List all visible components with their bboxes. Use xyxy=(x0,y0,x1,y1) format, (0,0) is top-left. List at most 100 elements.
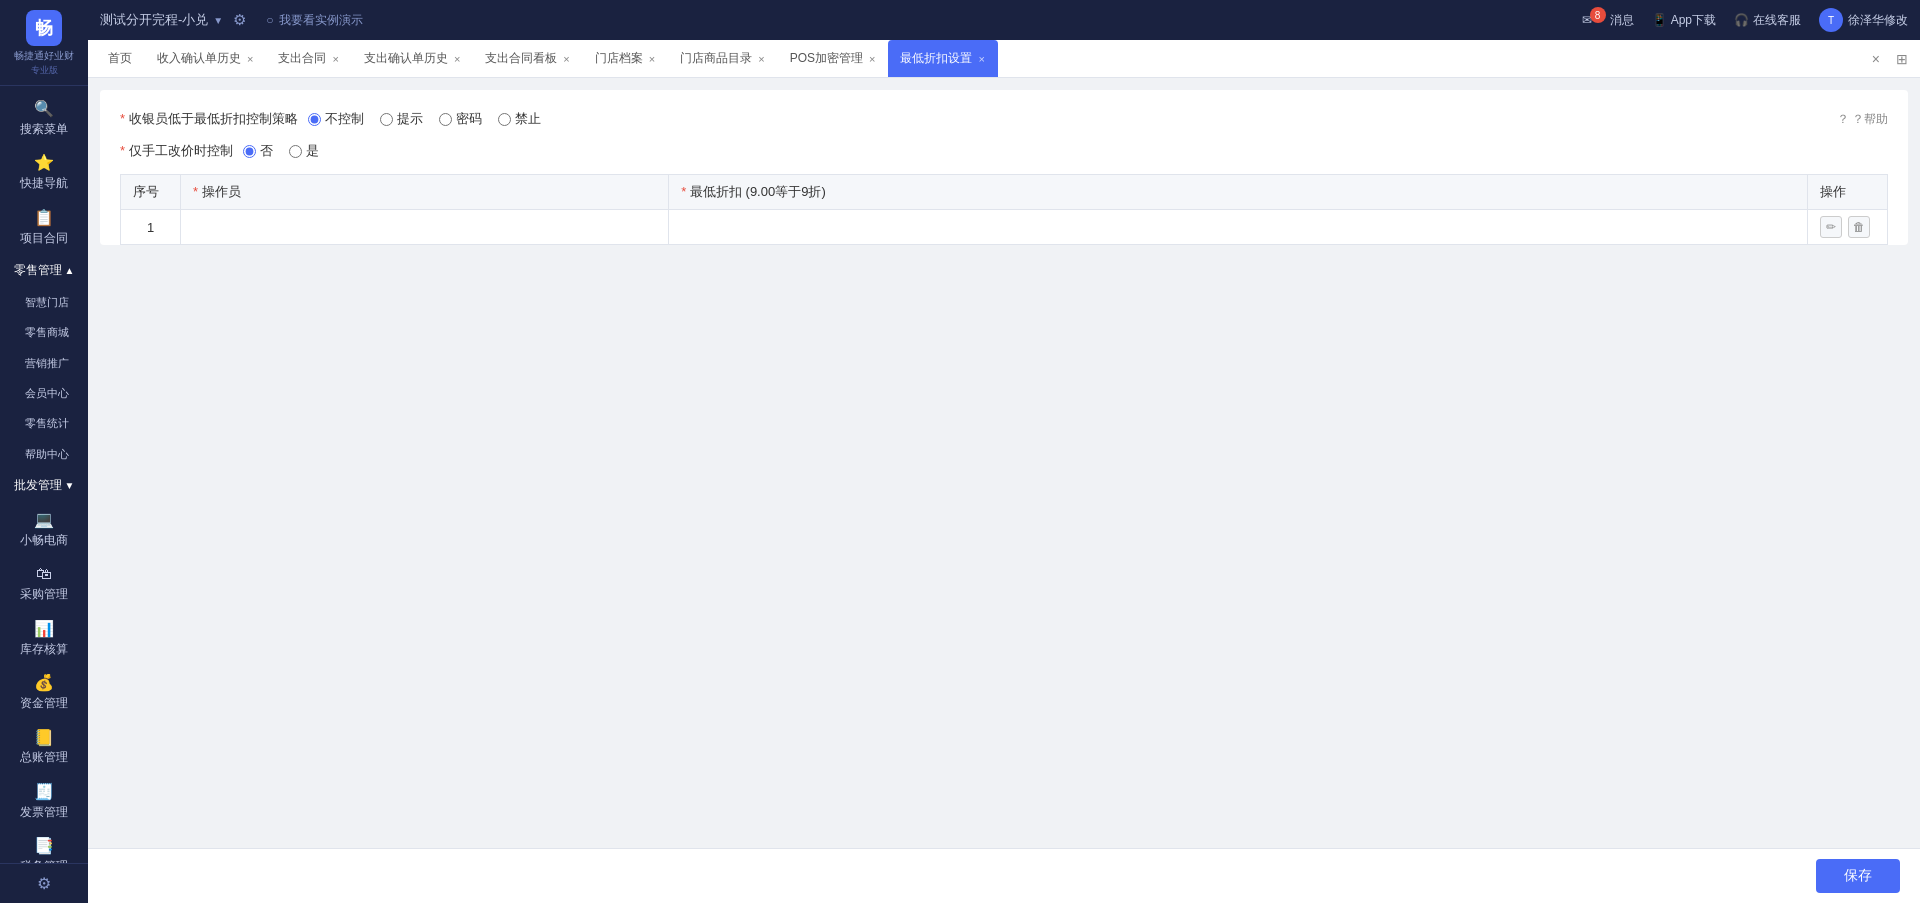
tab-store-catalog[interactable]: 门店商品目录 × xyxy=(668,40,777,78)
help-link[interactable]: ？ ？帮助 xyxy=(1837,111,1888,128)
tab-menu-icon[interactable]: ⊞ xyxy=(1892,49,1912,69)
tab-min-discount[interactable]: 最低折扣设置 × xyxy=(888,40,997,78)
sidebar-item-search[interactable]: 🔍 搜索菜单 xyxy=(0,91,88,145)
tabbar-actions: × ⊞ xyxy=(1868,49,1912,69)
discount-option-no-control[interactable]: 不控制 xyxy=(308,110,364,128)
sidebar-item-wholesale[interactable]: 批发管理 ▼ xyxy=(0,469,88,502)
user-menu[interactable]: T 徐泽华修改 xyxy=(1819,8,1908,32)
sidebar-item-member[interactable]: 会员中心 xyxy=(0,378,88,408)
sidebar-item-tax[interactable]: 📑 税务管理 xyxy=(0,828,88,863)
sidebar-bottom: ⚙ xyxy=(0,863,88,903)
topbar-right: ✉ 8 消息 📱 App下载 🎧 在线客服 T 徐泽华修改 xyxy=(1582,8,1908,32)
sidebar-item-help[interactable]: 帮助中心 xyxy=(0,439,88,469)
tab-home[interactable]: 首页 xyxy=(96,40,145,78)
topbar-settings-btn[interactable]: ⚙ xyxy=(233,11,246,29)
tab-close-icon[interactable]: × xyxy=(869,53,875,65)
project-icon: 📋 xyxy=(34,208,54,229)
retail-expand-arrow: ▲ xyxy=(65,265,75,276)
manual-option-yes[interactable]: 是 xyxy=(289,142,319,160)
cell-operator xyxy=(181,210,669,245)
app-logo-icon: 畅 xyxy=(26,10,62,46)
wholesale-expand-arrow: ▼ xyxy=(65,480,75,491)
col-seq: 序号 xyxy=(121,175,181,210)
main-content: 测试分开完程-小兑 ▼ ⚙ ○ 我要看实例演示 ✉ 8 消息 📱 App下载 🎧… xyxy=(88,0,1920,903)
sidebar-item-ledger[interactable]: 📒 总账管理 xyxy=(0,720,88,774)
app-logo-text: 畅捷通好业财 xyxy=(14,49,74,63)
sidebar-item-smart-store[interactable]: 智慧门店 xyxy=(0,287,88,317)
edit-row-btn[interactable]: ✏ xyxy=(1820,216,1842,238)
invoice-icon: 🧾 xyxy=(34,782,54,803)
help-label-text: ？帮助 xyxy=(1852,111,1888,128)
sidebar-item-ecommerce[interactable]: 💻 小畅电商 xyxy=(0,502,88,556)
tab-close-icon[interactable]: × xyxy=(454,53,460,65)
demo-icon: ○ xyxy=(266,13,273,27)
message-btn[interactable]: ✉ 8 消息 xyxy=(1582,12,1634,29)
ecommerce-icon: 💻 xyxy=(34,510,54,531)
online-service-btn[interactable]: 🎧 在线客服 xyxy=(1734,12,1801,29)
tab-income-history[interactable]: 收入确认单历史 × xyxy=(145,40,266,78)
sidebar-item-marketing[interactable]: 营销推广 xyxy=(0,348,88,378)
discount-option-forbid[interactable]: 禁止 xyxy=(498,110,541,128)
tab-store-file[interactable]: 门店档案 × xyxy=(583,40,668,78)
sidebar: 畅 畅捷通好业财 专业版 🔍 搜索菜单 ⭐ 快捷导航 📋 项目合同 零售管理 ▲… xyxy=(0,0,88,903)
sidebar-item-purchase[interactable]: 🛍 采购管理 xyxy=(0,556,88,610)
purchase-icon: 🛍 xyxy=(36,564,52,585)
search-icon: 🔍 xyxy=(34,99,54,120)
content-card: 收银员低于最低折扣控制策略 不控制 提示 密码 xyxy=(100,90,1908,245)
project-selector[interactable]: 测试分开完程-小兑 ▼ xyxy=(100,11,223,29)
sidebar-item-project[interactable]: 📋 项目合同 xyxy=(0,200,88,254)
demo-link[interactable]: ○ 我要看实例演示 xyxy=(266,12,362,29)
manual-option-no[interactable]: 否 xyxy=(243,142,273,160)
sidebar-item-invoice[interactable]: 🧾 发票管理 xyxy=(0,774,88,828)
avatar: T xyxy=(1819,8,1843,32)
sidebar-logo: 畅 畅捷通好业财 专业版 xyxy=(0,0,88,86)
help-icon: ？ xyxy=(1837,111,1849,128)
app-download-btn[interactable]: 📱 App下载 xyxy=(1652,12,1716,29)
table-row: 1 ✏ 🗑 xyxy=(121,210,1888,245)
tab-pos-encrypt[interactable]: POS加密管理 × xyxy=(778,40,889,78)
discount-option-password[interactable]: 密码 xyxy=(439,110,482,128)
manual-control-row: 仅手工改价时控制 否 是 xyxy=(120,142,1888,160)
app-version: 专业版 xyxy=(31,64,58,77)
tab-close-all-icon[interactable]: × xyxy=(1868,49,1884,69)
cell-ops: ✏ 🗑 xyxy=(1808,210,1888,245)
manual-control-options: 否 是 xyxy=(243,142,319,160)
page-content: 收银员低于最低折扣控制策略 不控制 提示 密码 xyxy=(88,78,1920,848)
inventory-icon: 📊 xyxy=(34,619,54,640)
tab-expense-contract[interactable]: 支出合同 × xyxy=(266,40,351,78)
col-ops: 操作 xyxy=(1808,175,1888,210)
discount-option-remind[interactable]: 提示 xyxy=(380,110,423,128)
table-header-row: 序号 * 操作员 * 最低折扣 (9.00等于9折) 操作 xyxy=(121,175,1888,210)
tax-icon: 📑 xyxy=(34,836,54,857)
project-dropdown-arrow: ▼ xyxy=(213,15,223,26)
download-icon: 📱 xyxy=(1652,13,1667,27)
sidebar-item-finance[interactable]: 💰 资金管理 xyxy=(0,665,88,719)
sidebar-item-inventory[interactable]: 📊 库存核算 xyxy=(0,611,88,665)
save-button[interactable]: 保存 xyxy=(1816,859,1900,893)
discount-strategy-options: 不控制 提示 密码 禁止 xyxy=(308,110,541,128)
delete-row-btn[interactable]: 🗑 xyxy=(1848,216,1870,238)
row-ops: ✏ 🗑 xyxy=(1820,216,1875,238)
finance-icon: 💰 xyxy=(34,673,54,694)
tab-close-icon[interactable]: × xyxy=(563,53,569,65)
col-operator: * 操作员 xyxy=(181,175,669,210)
tab-close-icon[interactable]: × xyxy=(649,53,655,65)
sidebar-item-retail-mall[interactable]: 零售商城 xyxy=(0,317,88,347)
tab-close-icon[interactable]: × xyxy=(978,53,984,65)
sidebar-item-retail-stats[interactable]: 零售统计 xyxy=(0,408,88,438)
cell-min-discount xyxy=(669,210,1808,245)
discount-strategy-row: 收银员低于最低折扣控制策略 不控制 提示 密码 xyxy=(120,110,1888,128)
bottom-bar: 保存 xyxy=(88,848,1920,903)
tab-close-icon[interactable]: × xyxy=(758,53,764,65)
sidebar-item-retail[interactable]: 零售管理 ▲ xyxy=(0,254,88,287)
tab-bar: 首页 收入确认单历史 × 支出合同 × 支出确认单历史 × 支出合同看板 × 门… xyxy=(88,40,1920,78)
star-icon: ⭐ xyxy=(34,153,54,174)
table-wrapper: 序号 * 操作员 * 最低折扣 (9.00等于9折) 操作 xyxy=(120,174,1888,245)
tab-close-icon[interactable]: × xyxy=(247,53,253,65)
topbar: 测试分开完程-小兑 ▼ ⚙ ○ 我要看实例演示 ✉ 8 消息 📱 App下载 🎧… xyxy=(88,0,1920,40)
tab-expense-board[interactable]: 支出合同看板 × xyxy=(473,40,582,78)
sidebar-item-shortcuts[interactable]: ⭐ 快捷导航 xyxy=(0,145,88,199)
tab-expense-history[interactable]: 支出确认单历史 × xyxy=(352,40,473,78)
settings-icon[interactable]: ⚙ xyxy=(37,874,51,893)
tab-close-icon[interactable]: × xyxy=(332,53,338,65)
